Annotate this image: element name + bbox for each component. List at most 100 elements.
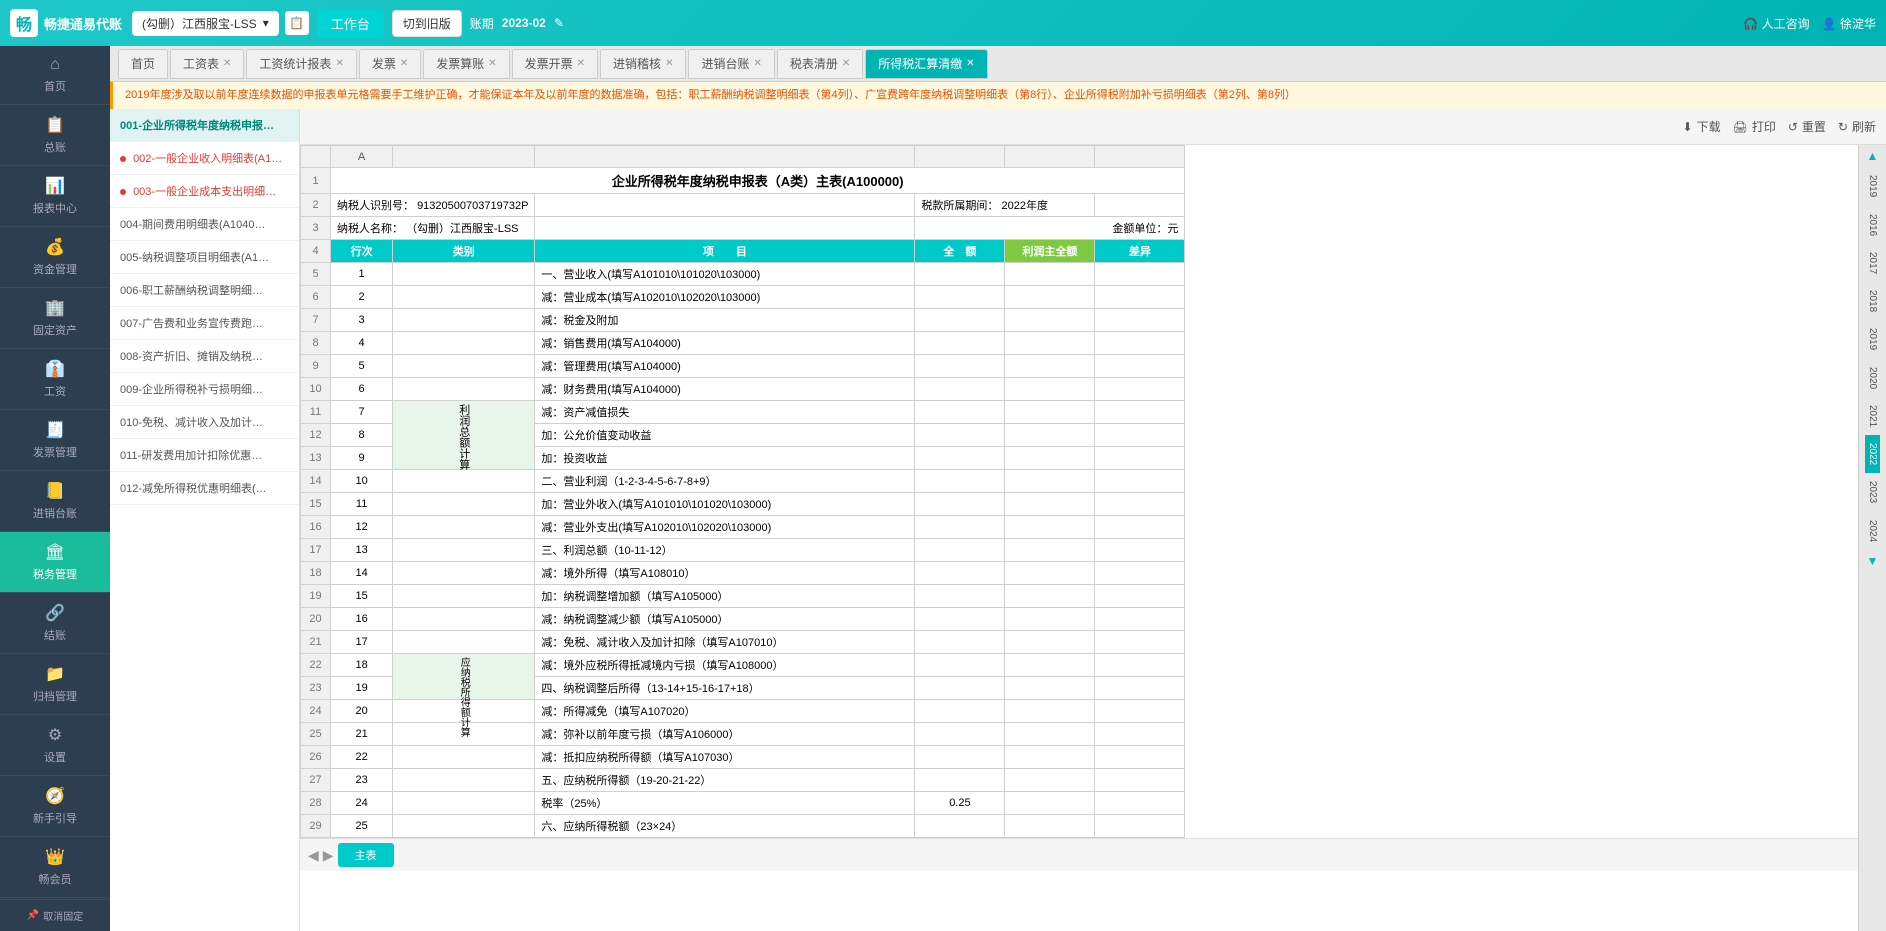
table-row: 5 1 一、营业收入(填写A101010\101020\103000) xyxy=(301,263,1185,286)
close-tab-fapiao[interactable]: ✕ xyxy=(400,58,408,69)
error-dot-002 xyxy=(120,156,126,162)
company-selector[interactable]: (勾删）江西服宝-LSS ▾ xyxy=(132,11,279,36)
sheet-tab-main[interactable]: 主表 xyxy=(338,843,394,867)
list-item-006[interactable]: 006-职工薪酬纳税调整明细… xyxy=(110,274,299,307)
close-tab-tax-list[interactable]: ✕ xyxy=(842,58,850,69)
close-tab-fapiao-calc[interactable]: ✕ xyxy=(488,58,496,69)
sidebar-item-sales[interactable]: 📒 进销台账 xyxy=(0,471,110,532)
table-row: 7 3 减：税金及附加 xyxy=(301,309,1185,332)
table-row: 6 2 减：营业成本(填写A102010\102020\103000) xyxy=(301,286,1185,309)
year-item-2023[interactable]: 2023 xyxy=(1865,473,1880,511)
sidebar-item-settings[interactable]: ⚙ 设置 xyxy=(0,715,110,776)
list-item-002[interactable]: 002-一般企业收入明细表(A1… xyxy=(110,142,299,175)
sidebar-item-payroll[interactable]: 👔 工资 xyxy=(0,349,110,410)
assets-icon: 🏢 xyxy=(45,298,65,318)
tab-fapiao-open[interactable]: 发票开票 ✕ xyxy=(512,49,598,79)
year-item-2021[interactable]: 2021 xyxy=(1865,397,1880,435)
tab-fapiao[interactable]: 发票 ✕ xyxy=(359,49,421,79)
year-item-2017[interactable]: 2017 xyxy=(1865,244,1880,282)
year-down-arrow[interactable]: ▼ xyxy=(1863,550,1883,572)
nav-tabs: 首页 工资表 ✕ 工资统计报表 ✕ 发票 ✕ 发票算账 ✕ 发票开票 ✕ xyxy=(110,46,1886,82)
col-header-b xyxy=(393,146,535,168)
list-item-010[interactable]: 010-免税、减计收入及加计… xyxy=(110,406,299,439)
user-profile[interactable]: 👤 徐淀华 xyxy=(1822,15,1876,32)
settings-icon: ⚙ xyxy=(48,725,62,745)
sidebar-item-close[interactable]: 🔗 结账 xyxy=(0,593,110,654)
download-button[interactable]: ⬇ 下载 xyxy=(1683,118,1721,135)
tab-payroll[interactable]: 工资表 ✕ xyxy=(170,49,244,79)
year-up-arrow[interactable]: ▲ xyxy=(1863,145,1883,167)
year-item-2016[interactable]: 2016 xyxy=(1865,206,1880,244)
table-row: 20 16 减：纳税调整减少额（填写A105000） xyxy=(301,608,1185,631)
col-header-a: A xyxy=(331,146,393,168)
prev-sheet-btn[interactable]: ◀ xyxy=(308,847,319,864)
workbench-button[interactable]: 工作台 xyxy=(317,9,384,38)
table-title: 企业所得税年度纳税申报表（A类）主表(A100000) xyxy=(331,168,1185,194)
warning-text: 2019年度涉及取以前年度连续数据的申报表单元格需要手工维护正确，才能保证本年及… xyxy=(125,89,1296,101)
year-item-2019b[interactable]: 2019 xyxy=(1865,320,1880,358)
col-label-profit: 利润主全额 xyxy=(1005,240,1095,263)
print-button[interactable]: 🖨 打印 xyxy=(1733,118,1776,135)
sidebar-bottom-pin[interactable]: 📌 取消固定 xyxy=(0,899,110,931)
year-item-2020[interactable]: 2020 xyxy=(1865,359,1880,397)
list-item-007[interactable]: 007-广告费和业务宣传费跑… xyxy=(110,307,299,340)
close-tab-jinxiao-ledger[interactable]: ✕ xyxy=(753,58,761,69)
next-sheet-btn[interactable]: ▶ xyxy=(323,847,334,864)
tab-income-tax[interactable]: 所得税汇算清缴 ✕ xyxy=(865,49,987,79)
sidebar-item-member[interactable]: 👑 畅会员 xyxy=(0,837,110,898)
col-label-lebie: 类别 xyxy=(393,240,535,263)
switch-version-button[interactable]: 切到旧版 xyxy=(392,10,462,37)
list-item-004[interactable]: 004-期间费用明细表(A1040… xyxy=(110,208,299,241)
human-service-btn[interactable]: 🎧 人工咨询 xyxy=(1743,15,1809,32)
reset-button[interactable]: ↺ 重置 xyxy=(1788,118,1826,135)
sidebar-item-reports[interactable]: 📊 报表中心 xyxy=(0,166,110,227)
col-header-c xyxy=(535,146,915,168)
period-edit-icon[interactable]: ✎ xyxy=(554,16,564,30)
sidebar-item-funds[interactable]: 💰 资金管理 xyxy=(0,227,110,288)
tab-tax-list[interactable]: 税表清册 ✕ xyxy=(777,49,863,79)
sidebar-item-home[interactable]: ⌂ 首页 xyxy=(0,46,110,105)
close-tab-payroll[interactable]: ✕ xyxy=(223,58,231,69)
refresh-button[interactable]: ↻ 刷新 xyxy=(1838,118,1876,135)
warning-bar: 2019年度涉及取以前年度连续数据的申报表单元格需要手工维护正确，才能保证本年及… xyxy=(110,82,1886,109)
list-item-011[interactable]: 011-研发费用加计扣除优惠… xyxy=(110,439,299,472)
sidebar-item-tax[interactable]: 🏛 税务管理 xyxy=(0,532,110,593)
tab-jinxiao-ledger[interactable]: 进销台账 ✕ xyxy=(688,49,774,79)
close-tab-payroll-stats[interactable]: ✕ xyxy=(335,58,343,69)
table-row-company: 3 纳税人名称： （勾删）江西服宝-LSS 金额单位：元 xyxy=(301,217,1185,240)
ledger-icon: 📋 xyxy=(45,115,65,135)
year-item-2024[interactable]: 2024 xyxy=(1865,512,1880,550)
tab-payroll-stats[interactable]: 工资统计报表 ✕ xyxy=(246,49,356,79)
col-label-quane: 全 额 xyxy=(915,240,1005,263)
taxpayer-id-label: 纳税人识别号： xyxy=(337,200,414,212)
sidebar-item-archive[interactable]: 📁 归档管理 xyxy=(0,654,110,715)
close-tab-fapiao-open[interactable]: ✕ xyxy=(577,58,585,69)
dropdown-icon[interactable]: ▾ xyxy=(263,16,269,30)
list-item-003[interactable]: 003-一般企业成本支出明细… xyxy=(110,175,299,208)
sidebar-item-assets[interactable]: 🏢 固定资产 xyxy=(0,288,110,349)
list-item-005[interactable]: 005-纳税调整项目明细表(A1… xyxy=(110,241,299,274)
spreadsheet-container[interactable]: A 1 xyxy=(300,145,1858,931)
close-tab-income-tax[interactable]: ✕ xyxy=(966,58,974,69)
year-item-2022[interactable]: 2022 xyxy=(1865,435,1880,473)
tab-jinxiao[interactable]: 进销稽核 ✕ xyxy=(600,49,686,79)
tab-home[interactable]: 首页 xyxy=(118,49,168,79)
list-item-012[interactable]: 012-减免所得税优惠明细表(… xyxy=(110,472,299,505)
year-item-2019a[interactable]: 2019 xyxy=(1865,167,1880,205)
close-tab-jinxiao[interactable]: ✕ xyxy=(665,58,673,69)
list-item-009[interactable]: 009-企业所得税补亏损明细… xyxy=(110,373,299,406)
sidebar-item-guide[interactable]: 🧭 新手引导 xyxy=(0,776,110,837)
list-item-008[interactable]: 008-资产折旧、摊销及纳税… xyxy=(110,340,299,373)
sidebar-item-ledger[interactable]: 📋 总账 xyxy=(0,105,110,166)
sidebar-item-invoice[interactable]: 🧾 发票管理 xyxy=(0,410,110,471)
col-label-xiangmu: 项 目 xyxy=(535,240,915,263)
sidebar-label-guide: 新手引导 xyxy=(33,810,77,826)
reset-icon: ↺ xyxy=(1788,120,1798,134)
list-item-001[interactable]: 001-企业所得税年度纳税申报… xyxy=(110,109,299,142)
year-panel: ▲ 2019 2016 2017 2018 2019 2020 2021 202… xyxy=(1858,145,1886,931)
table-row: 19 15 加：纳税调整增加额（填写A105000） xyxy=(301,585,1185,608)
sidebar-label-invoice: 发票管理 xyxy=(33,444,77,460)
tab-fapiao-calc[interactable]: 发票算账 ✕ xyxy=(423,49,509,79)
year-item-2018[interactable]: 2018 xyxy=(1865,282,1880,320)
company-icon-btn[interactable]: 📋 xyxy=(285,11,309,35)
